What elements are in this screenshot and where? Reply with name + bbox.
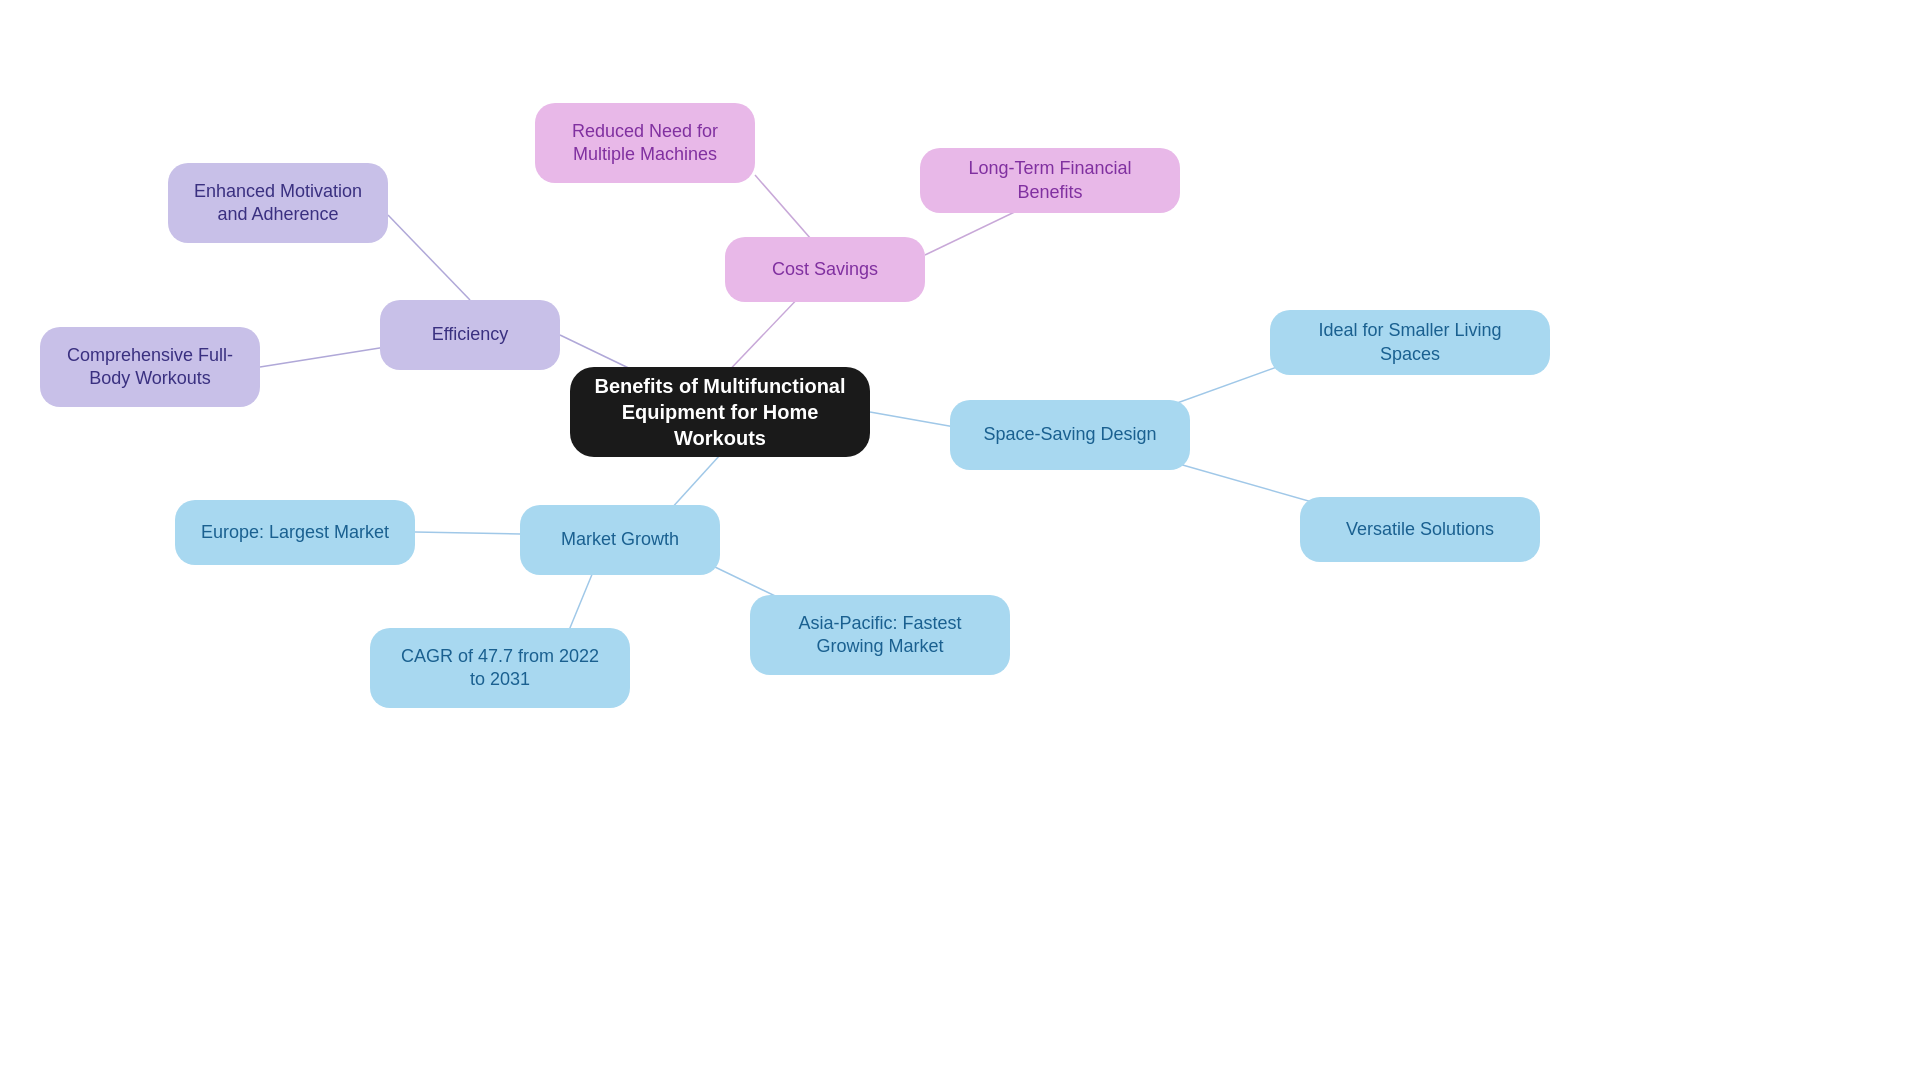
svg-line-9	[670, 455, 720, 510]
efficiency-node: Efficiency	[380, 300, 560, 370]
asia-pacific-node: Asia-Pacific: Fastest Growing Market	[750, 595, 1010, 675]
versatile-solutions-node: Versatile Solutions	[1300, 497, 1540, 562]
cagr-node: CAGR of 47.7 from 2022 to 2031	[370, 628, 630, 708]
longterm-financial-node: Long-Term Financial Benefits	[920, 148, 1180, 213]
center-node: Benefits of Multifunctional Equipment fo…	[570, 367, 870, 457]
reduced-machines-node: Reduced Need for Multiple Machines	[535, 103, 755, 183]
europe-market-node: Europe: Largest Market	[175, 500, 415, 565]
cost-savings-node: Cost Savings	[725, 237, 925, 302]
enhanced-motivation-node: Enhanced Motivation and Adherence	[168, 163, 388, 243]
market-growth-node: Market Growth	[520, 505, 720, 575]
space-saving-node: Space-Saving Design	[950, 400, 1190, 470]
ideal-smaller-spaces-node: Ideal for Smaller Living Spaces	[1270, 310, 1550, 375]
comprehensive-workouts-node: Comprehensive Full-Body Workouts	[40, 327, 260, 407]
svg-line-1	[388, 215, 470, 300]
